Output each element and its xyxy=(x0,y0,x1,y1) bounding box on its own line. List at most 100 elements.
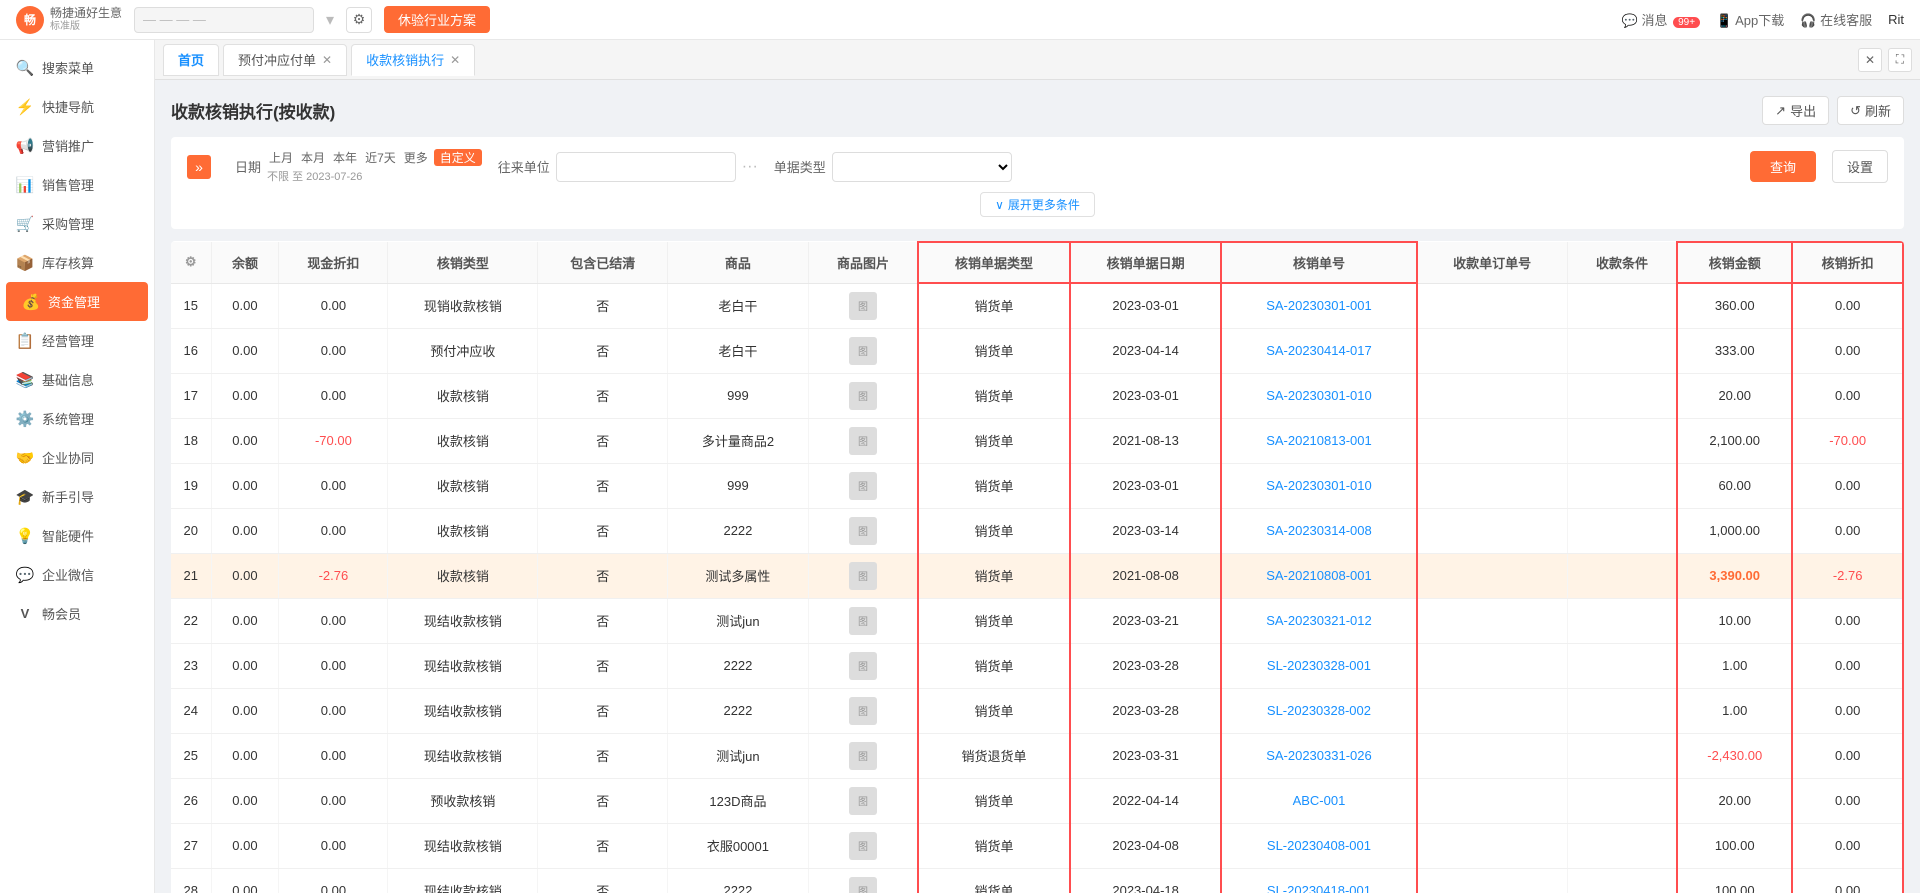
writeoff-type-cell: 预付冲应收 xyxy=(388,328,538,373)
writeoff-doc-link[interactable]: SA-20210813-001 xyxy=(1266,433,1372,448)
writeoff-doc-no-cell[interactable]: SA-20230314-008 xyxy=(1221,508,1416,553)
sidebar-item-inventory[interactable]: 📦 库存核算 xyxy=(0,243,154,282)
writeoff-doc-date-cell: 2021-08-08 xyxy=(1070,553,1222,598)
date-tab-more[interactable]: 更多 xyxy=(402,149,430,166)
settled-cell: 否 xyxy=(538,733,668,778)
cash-discount-cell: -70.00 xyxy=(279,418,388,463)
writeoff-doc-link[interactable]: SL-20230408-001 xyxy=(1267,838,1371,853)
date-tab-custom[interactable]: 自定义 xyxy=(434,149,482,166)
sidebar-item-system[interactable]: ⚙️ 系统管理 xyxy=(0,399,154,438)
gear-button[interactable]: ⚙ xyxy=(346,7,372,33)
top-bar-left: 畅 畅捷通好生意 标准版 — — — — ▾ ⚙ 休验行业方案 xyxy=(16,6,490,34)
filter-row: » 日期 上月 本月 本年 近7天 更多 自定义 xyxy=(187,149,1888,184)
online-service-link[interactable]: 🎧 在线客服 xyxy=(1800,10,1872,29)
writeoff-doc-no-cell[interactable]: SA-20230321-012 xyxy=(1221,598,1416,643)
refresh-button[interactable]: ↺ 刷新 xyxy=(1837,96,1904,125)
settings-button[interactable]: 设置 xyxy=(1832,150,1888,183)
tab-writeoff[interactable]: 收款核销执行 ✕ xyxy=(351,44,475,76)
writeoff-doc-link[interactable]: SA-20230301-010 xyxy=(1266,388,1372,403)
sidebar-item-sales[interactable]: 📊 销售管理 xyxy=(0,165,154,204)
tab-expand-btn[interactable]: ⛶ xyxy=(1888,48,1912,72)
writeoff-doc-no-cell[interactable]: SA-20230331-026 xyxy=(1221,733,1416,778)
query-button[interactable]: 查询 xyxy=(1750,151,1816,182)
th-cash-discount: 现金折扣 xyxy=(279,242,388,283)
tab-home[interactable]: 首页 xyxy=(163,44,219,76)
sidebar-item-hardware[interactable]: 💡 智能硬件 xyxy=(0,516,154,555)
writeoff-doc-link[interactable]: SL-20230418-001 xyxy=(1267,883,1371,893)
date-sub-text: 不限 至 2023-07-26 xyxy=(267,168,482,184)
tab-prepay-close[interactable]: ✕ xyxy=(322,53,332,67)
search-icon: 🔍 xyxy=(16,59,34,77)
date-tab-this-month[interactable]: 本月 xyxy=(299,149,327,166)
goods-image-cell: 图 xyxy=(808,733,918,778)
operations-icon: 📋 xyxy=(16,332,34,350)
expand-icon: ∨ xyxy=(995,198,1004,212)
writeoff-doc-link[interactable]: SA-20230314-008 xyxy=(1266,523,1372,538)
writeoff-doc-no-cell[interactable]: SL-20230418-001 xyxy=(1221,868,1416,893)
writeoff-doc-no-cell[interactable]: SL-20230408-001 xyxy=(1221,823,1416,868)
tab-close-btn[interactable]: ✕ xyxy=(1858,48,1882,72)
receipt-condition-cell xyxy=(1567,463,1677,508)
filter-partner-dots[interactable]: ··· xyxy=(742,158,758,176)
sidebar-item-finance[interactable]: 💰 资金管理 xyxy=(6,282,148,321)
row-index: 21 xyxy=(171,553,211,598)
writeoff-doc-link[interactable]: SA-20230331-026 xyxy=(1266,748,1372,763)
writeoff-doc-no-cell[interactable]: SA-20230414-017 xyxy=(1221,328,1416,373)
writeoff-doc-no-cell[interactable]: SA-20230301-001 xyxy=(1221,283,1416,328)
sidebar-item-wechat[interactable]: 💬 企业微信 xyxy=(0,555,154,594)
writeoff-amount-cell: 1,000.00 xyxy=(1677,508,1792,553)
filter-doc-type-select[interactable] xyxy=(832,152,1012,182)
settled-cell: 否 xyxy=(538,778,668,823)
writeoff-doc-link[interactable]: SA-20230414-017 xyxy=(1266,343,1372,358)
writeoff-discount-cell: 0.00 xyxy=(1792,643,1903,688)
export-button[interactable]: ↗ 导出 xyxy=(1762,96,1829,125)
th-goods: 商品 xyxy=(667,242,808,283)
writeoff-doc-no-cell[interactable]: SA-20230301-010 xyxy=(1221,463,1416,508)
filter-area: » 日期 上月 本月 本年 近7天 更多 自定义 xyxy=(171,137,1904,229)
dropdown-icon[interactable]: ▾ xyxy=(326,10,334,30)
app-download-link[interactable]: 📱 App下载 xyxy=(1716,10,1784,29)
date-tab-7days[interactable]: 近7天 xyxy=(363,149,398,166)
writeoff-doc-link[interactable]: SL-20230328-001 xyxy=(1267,658,1371,673)
goods-image-cell: 图 xyxy=(808,598,918,643)
writeoff-doc-no-cell[interactable]: SA-20210808-001 xyxy=(1221,553,1416,598)
date-tab-this-year[interactable]: 本年 xyxy=(331,149,359,166)
date-tab-last-month[interactable]: 上月 xyxy=(267,149,295,166)
writeoff-doc-no-cell[interactable]: SL-20230328-002 xyxy=(1221,688,1416,733)
table-settings-icon[interactable]: ⚙ xyxy=(185,254,197,269)
sidebar-item-marketing[interactable]: 📢 营销推广 xyxy=(0,126,154,165)
writeoff-doc-no-cell[interactable]: ABC-001 xyxy=(1221,778,1416,823)
tab-writeoff-close[interactable]: ✕ xyxy=(450,53,460,67)
writeoff-type-cell: 现结收款核销 xyxy=(388,868,538,893)
expand-more-button[interactable]: ∨ 展开更多条件 xyxy=(980,192,1095,217)
logo-icon: 畅 xyxy=(16,6,44,34)
filter-partner-input[interactable] xyxy=(556,152,736,182)
goods-cell: 老白干 xyxy=(667,283,808,328)
sidebar-item-basic[interactable]: 📚 基础信息 xyxy=(0,360,154,399)
filter-expand-toggle[interactable]: » xyxy=(187,155,211,179)
writeoff-doc-link[interactable]: SA-20230301-001 xyxy=(1266,298,1372,313)
writeoff-doc-link[interactable]: SA-20210808-001 xyxy=(1266,568,1372,583)
sidebar-item-collab[interactable]: 🤝 企业协同 xyxy=(0,438,154,477)
sidebar-label-wechat: 企业微信 xyxy=(42,565,94,584)
balance-cell: 0.00 xyxy=(211,418,279,463)
writeoff-doc-link[interactable]: SA-20230301-010 xyxy=(1266,478,1372,493)
writeoff-doc-no-cell[interactable]: SA-20230301-010 xyxy=(1221,373,1416,418)
sidebar-item-vip[interactable]: V 畅会员 xyxy=(0,594,154,633)
sidebar-item-quick[interactable]: ⚡ 快捷导航 xyxy=(0,87,154,126)
writeoff-doc-link[interactable]: SL-20230328-002 xyxy=(1267,703,1371,718)
sidebar-item-purchase[interactable]: 🛒 采购管理 xyxy=(0,204,154,243)
receipt-order-no-cell xyxy=(1417,553,1568,598)
writeoff-doc-link[interactable]: SA-20230321-012 xyxy=(1266,613,1372,628)
tab-prepay[interactable]: 预付冲应付单 ✕ xyxy=(223,44,347,76)
writeoff-doc-link[interactable]: ABC-001 xyxy=(1293,793,1346,808)
sidebar-item-search[interactable]: 🔍 搜索菜单 xyxy=(0,48,154,87)
writeoff-doc-no-cell[interactable]: SA-20210813-001 xyxy=(1221,418,1416,463)
sidebar-item-guide[interactable]: 🎓 新手引导 xyxy=(0,477,154,516)
writeoff-doc-no-cell[interactable]: SL-20230328-001 xyxy=(1221,643,1416,688)
sidebar-item-operations[interactable]: 📋 经营管理 xyxy=(0,321,154,360)
balance-cell: 0.00 xyxy=(211,373,279,418)
message-link[interactable]: 💬 消息 99+ xyxy=(1622,10,1700,29)
industry-button[interactable]: 休验行业方案 xyxy=(384,6,490,33)
sidebar-label-search: 搜索菜单 xyxy=(42,58,94,77)
